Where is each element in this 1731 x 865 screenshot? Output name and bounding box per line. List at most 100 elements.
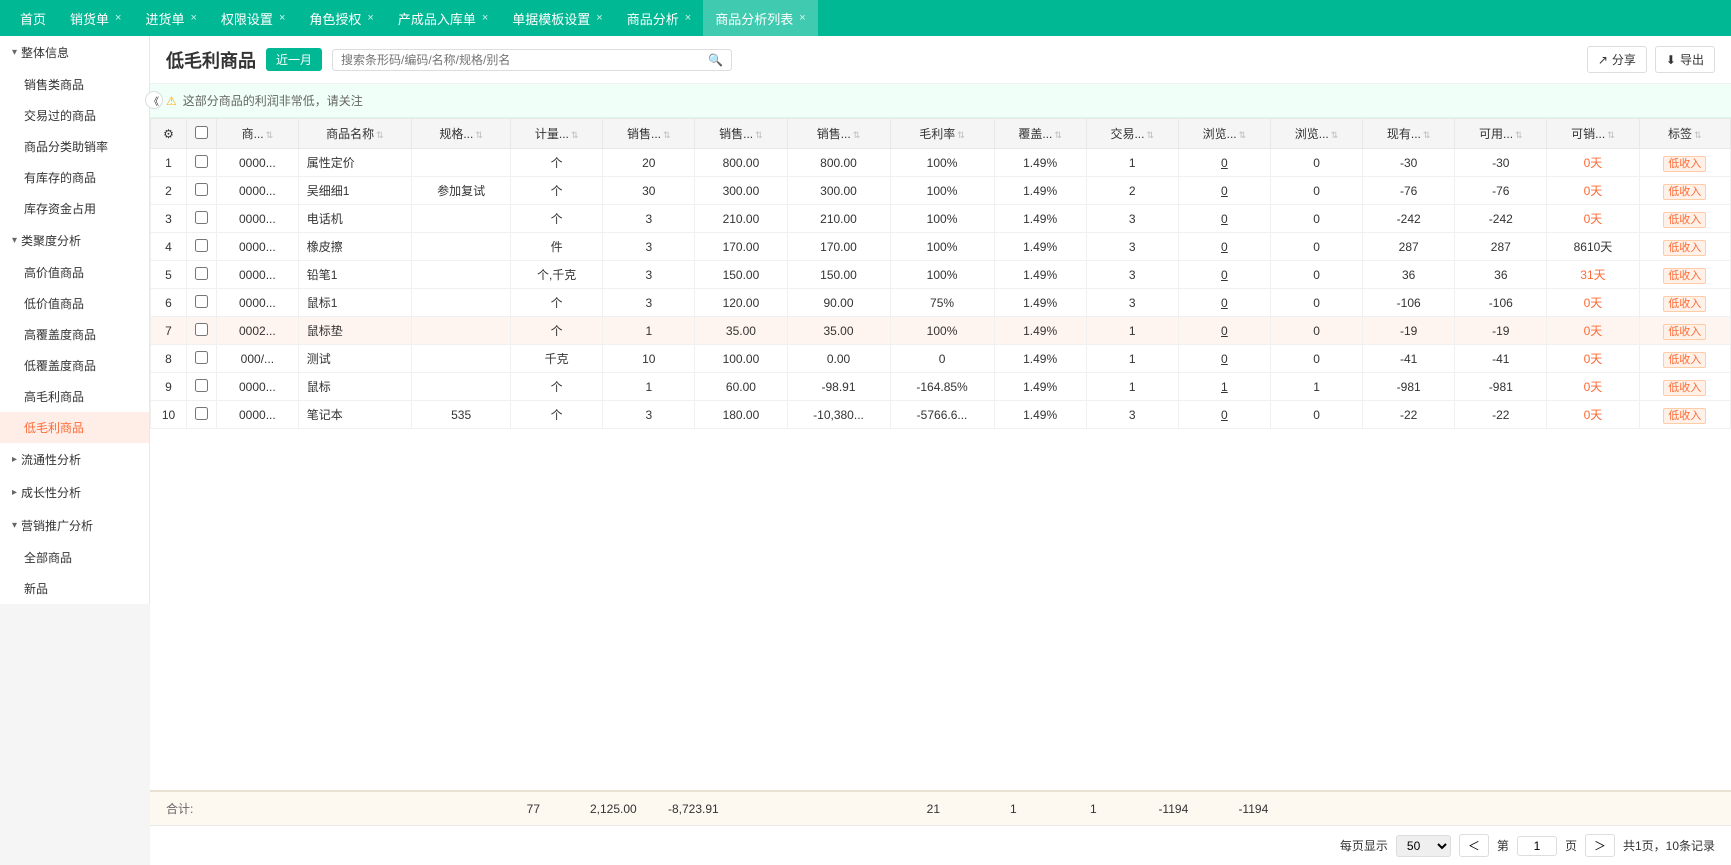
col-tag[interactable]: 标签⇅ — [1639, 119, 1730, 149]
col-sale-qty[interactable]: 销售...⇅ — [603, 119, 695, 149]
col-settings[interactable]: ⚙ — [151, 119, 187, 149]
nav-template-settings[interactable]: 单据模板设置 × — [500, 0, 614, 36]
nav-product-analysis[interactable]: 商品分析 × — [615, 0, 703, 36]
row-browse1[interactable]: 0 — [1178, 401, 1270, 429]
next-page-button[interactable]: ＞ — [1585, 834, 1615, 857]
row-no: 9 — [151, 373, 187, 401]
row-browse1[interactable]: 0 — [1178, 149, 1270, 177]
row-browse1[interactable]: 0 — [1178, 317, 1270, 345]
nav-role-auth[interactable]: 角色授权 × — [297, 0, 385, 36]
row-checkbox[interactable] — [187, 289, 217, 317]
row-checkbox[interactable] — [187, 401, 217, 429]
sidebar-section-cluster[interactable]: ▾ 类聚度分析 — [0, 224, 149, 257]
search-icon[interactable]: 🔍 — [708, 53, 723, 67]
row-browse2: 0 — [1270, 149, 1362, 177]
col-available-stock[interactable]: 可用...⇅ — [1455, 119, 1547, 149]
share-button[interactable]: ↗ 分享 — [1587, 46, 1647, 73]
page-size-select[interactable]: 50 100 200 — [1396, 835, 1451, 857]
section-arrow-overview: ▾ — [12, 47, 17, 58]
col-sale-price[interactable]: 销售...⇅ — [695, 119, 787, 149]
select-all-checkbox[interactable] — [195, 126, 208, 139]
col-browse1[interactable]: 浏览...⇅ — [1178, 119, 1270, 149]
sidebar-item-all-products[interactable]: 全部商品 — [0, 542, 149, 573]
nav-product-analysis-list[interactable]: 商品分析列表 × — [703, 0, 817, 36]
row-current-stock: 287 — [1363, 233, 1455, 261]
row-browse1[interactable]: 0 — [1178, 345, 1270, 373]
row-sale-amount: 150.00 — [787, 261, 890, 289]
nav-close-permissions[interactable]: × — [279, 12, 285, 24]
row-sale-price: 120.00 — [695, 289, 787, 317]
sidebar-section-marketing[interactable]: ▾ 营销推广分析 — [0, 509, 149, 542]
nav-product-entry[interactable]: 产成品入库单 × — [386, 0, 500, 36]
sidebar-item-category-rate[interactable]: 商品分类助销率 — [0, 131, 149, 162]
nav-permissions[interactable]: 权限设置 × — [209, 0, 297, 36]
col-current-stock[interactable]: 现有...⇅ — [1363, 119, 1455, 149]
date-filter-button[interactable]: 近一月 — [266, 48, 322, 71]
prev-page-button[interactable]: ＜ — [1459, 834, 1489, 857]
sidebar-item-low-coverage[interactable]: 低覆盖度商品 — [0, 350, 149, 381]
row-checkbox[interactable] — [187, 205, 217, 233]
row-checkbox[interactable] — [187, 317, 217, 345]
nav-purchase-order[interactable]: 进货单 × — [133, 0, 208, 36]
col-unit[interactable]: 计量...⇅ — [511, 119, 603, 149]
table-row: 3 0000... 电话机 个 3 210.00 210.00 100% 1.4… — [151, 205, 1731, 233]
row-checkbox[interactable] — [187, 149, 217, 177]
search-input[interactable] — [341, 53, 708, 67]
row-browse1[interactable]: 0 — [1178, 289, 1270, 317]
col-coverage[interactable]: 覆盖...⇅ — [994, 119, 1086, 149]
row-browse1[interactable]: 0 — [1178, 205, 1270, 233]
nav-close-template[interactable]: × — [596, 12, 602, 24]
nav-close-analysis-list[interactable]: × — [799, 12, 805, 24]
footer-coverage — [813, 802, 893, 816]
col-sellable[interactable]: 可销...⇅ — [1547, 119, 1639, 149]
nav-close-role-auth[interactable]: × — [367, 12, 373, 24]
row-browse1[interactable]: 0 — [1178, 177, 1270, 205]
nav-home[interactable]: 首页 — [8, 0, 58, 36]
row-checkbox[interactable] — [187, 177, 217, 205]
row-checkbox[interactable] — [187, 233, 217, 261]
nav-close-product-entry[interactable]: × — [482, 12, 488, 24]
footer-values: 77 2,125.00 -8,723.91 21 1 1 -1194 -1194 — [213, 802, 1715, 816]
row-checkbox[interactable] — [187, 373, 217, 401]
sidebar-section-liquidity[interactable]: ▸ 流通性分析 — [0, 443, 149, 476]
sidebar-item-stock-capital[interactable]: 库存资金占用 — [0, 193, 149, 224]
row-checkbox[interactable] — [187, 345, 217, 373]
col-sale-amount[interactable]: 销售...⇅ — [787, 119, 890, 149]
sidebar-item-high-value[interactable]: 高价值商品 — [0, 257, 149, 288]
sidebar-item-new-products[interactable]: 新品 — [0, 573, 149, 604]
row-browse1[interactable]: 1 — [1178, 373, 1270, 401]
col-transaction[interactable]: 交易...⇅ — [1086, 119, 1178, 149]
sidebar-item-high-margin[interactable]: 高毛利商品 — [0, 381, 149, 412]
row-sale-qty: 3 — [603, 205, 695, 233]
page-number-input[interactable] — [1517, 836, 1557, 856]
row-browse1[interactable]: 0 — [1178, 261, 1270, 289]
col-browse2[interactable]: 浏览...⇅ — [1270, 119, 1362, 149]
sidebar-item-low-margin[interactable]: 低毛利商品 — [0, 412, 149, 443]
row-browse1[interactable]: 0 — [1178, 233, 1270, 261]
sidebar-item-sales-products[interactable]: 销售类商品 — [0, 69, 149, 100]
sidebar-item-traded-products[interactable]: 交易过的商品 — [0, 100, 149, 131]
nav-close-product-analysis[interactable]: × — [685, 12, 691, 24]
sidebar-item-low-value[interactable]: 低价值商品 — [0, 288, 149, 319]
col-name[interactable]: 商品名称⇅ — [298, 119, 411, 149]
page-header: 低毛利商品 近一月 🔍 ↗ 分享 ⬇ 导出 — [150, 36, 1731, 84]
footer-sale-qty: 77 — [493, 802, 573, 816]
sidebar-section-overview[interactable]: ▾ 整体信息 — [0, 36, 149, 69]
col-spec[interactable]: 规格...⇅ — [412, 119, 511, 149]
row-current-stock: -981 — [1363, 373, 1455, 401]
sidebar-section-growth[interactable]: ▸ 成长性分析 — [0, 476, 149, 509]
sidebar-item-stock-products[interactable]: 有库存的商品 — [0, 162, 149, 193]
sidebar-collapse-btn[interactable]: 《 — [145, 91, 163, 109]
row-code: 000/... — [217, 345, 299, 373]
nav-sales-order[interactable]: 销货单 × — [58, 0, 133, 36]
nav-close-sales[interactable]: × — [115, 12, 121, 24]
row-coverage: 1.49% — [994, 373, 1086, 401]
nav-close-purchase[interactable]: × — [190, 12, 196, 24]
export-button[interactable]: ⬇ 导出 — [1655, 46, 1715, 73]
col-code[interactable]: 商...⇅ — [217, 119, 299, 149]
row-sale-price: 100.00 — [695, 345, 787, 373]
sidebar-item-high-coverage[interactable]: 高覆盖度商品 — [0, 319, 149, 350]
row-no: 1 — [151, 149, 187, 177]
col-gross-margin[interactable]: 毛利率⇅ — [890, 119, 994, 149]
row-checkbox[interactable] — [187, 261, 217, 289]
